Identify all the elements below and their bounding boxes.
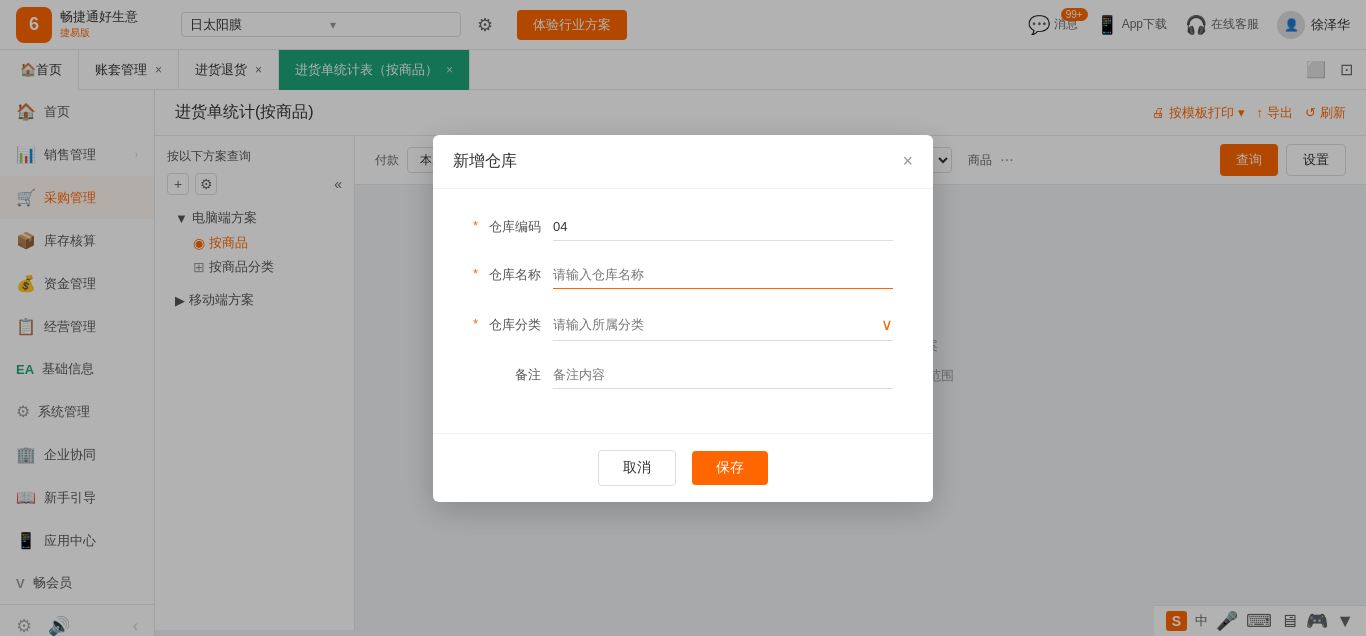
modal-header: 新增仓库 × <box>433 135 933 189</box>
modal-body: 仓库编码 仓库名称 仓库分类 ∨ 备注 <box>433 189 933 433</box>
form-row-name: 仓库名称 <box>473 261 893 289</box>
remark-input[interactable] <box>553 361 893 389</box>
modal-close-btn[interactable]: × <box>902 152 913 170</box>
category-select-input[interactable] <box>553 317 881 332</box>
form-row-remark: 备注 <box>473 361 893 389</box>
cancel-btn[interactable]: 取消 <box>598 450 676 486</box>
code-label: 仓库编码 <box>473 218 553 236</box>
modal-title: 新增仓库 <box>453 151 517 172</box>
modal-add-warehouse: 新增仓库 × 仓库编码 仓库名称 仓库分类 ∨ <box>433 135 933 502</box>
form-row-code: 仓库编码 <box>473 213 893 241</box>
modal-backdrop: 新增仓库 × 仓库编码 仓库名称 仓库分类 ∨ <box>0 0 1366 636</box>
category-select-wrapper[interactable]: ∨ <box>553 309 893 341</box>
modal-footer: 取消 保存 <box>433 433 933 502</box>
category-label: 仓库分类 <box>473 316 553 334</box>
name-label: 仓库名称 <box>473 266 553 284</box>
remark-label: 备注 <box>473 366 553 384</box>
name-input[interactable] <box>553 261 893 289</box>
category-dropdown-icon: ∨ <box>881 315 893 334</box>
code-input[interactable] <box>553 213 893 241</box>
save-btn[interactable]: 保存 <box>692 451 768 485</box>
form-row-category: 仓库分类 ∨ <box>473 309 893 341</box>
